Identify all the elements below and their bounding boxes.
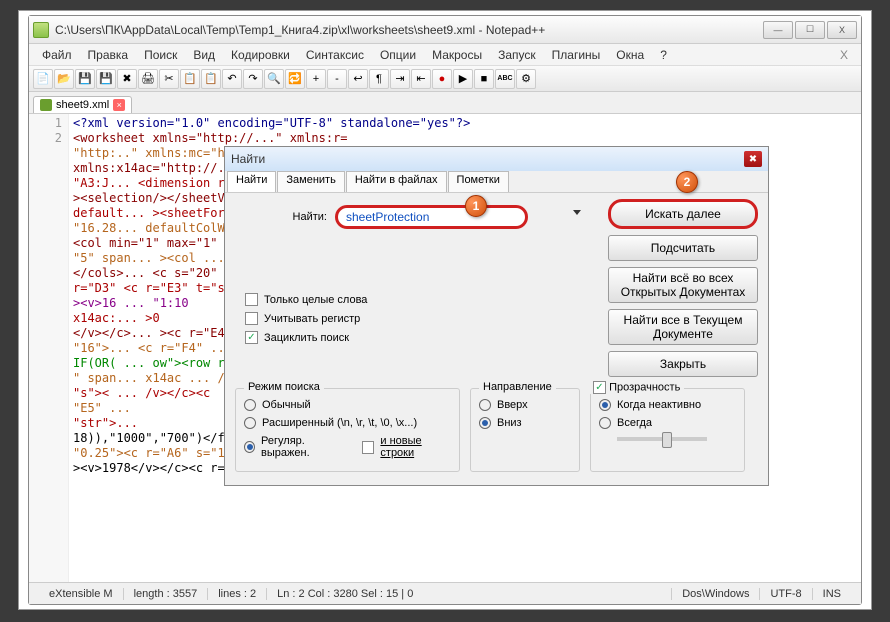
copy-icon[interactable]: 📋 (180, 69, 200, 89)
direction-down-radio[interactable] (479, 417, 491, 429)
settings-icon[interactable]: ⚙ (516, 69, 536, 89)
whole-word-label: Только целые слова (264, 294, 367, 306)
file-icon (40, 99, 52, 111)
search-input[interactable] (335, 205, 528, 229)
document-tab[interactable]: sheet9.xml × (33, 96, 132, 113)
redo-icon[interactable]: ↷ (243, 69, 263, 89)
dropdown-icon[interactable] (573, 210, 581, 215)
save-icon[interactable]: 💾 (75, 69, 95, 89)
zoom-out-icon[interactable]: - (327, 69, 347, 89)
trans-always-radio[interactable] (599, 417, 611, 429)
menu-syntax[interactable]: Синтаксис (299, 46, 371, 64)
menu-macros[interactable]: Макросы (425, 46, 489, 64)
status-lines: lines : 2 (208, 588, 267, 600)
play-icon[interactable]: ▶ (453, 69, 473, 89)
find-dialog: Найти ✖ Найти Заменить Найти в файлах По… (224, 146, 769, 486)
trans-inactive-radio[interactable] (599, 399, 611, 411)
undo-icon[interactable]: ↶ (222, 69, 242, 89)
wrap-checkbox[interactable]: ✓ (245, 331, 258, 344)
newlines-checkbox[interactable] (362, 441, 374, 454)
annotation-marker-1: 1 (465, 195, 487, 217)
status-encoding: UTF-8 (760, 588, 812, 600)
search-mode-legend: Режим поиска (244, 381, 324, 393)
close-dialog-button[interactable]: Закрыть (608, 351, 758, 377)
cut-icon[interactable]: ✂ (159, 69, 179, 89)
save-all-icon[interactable]: 💾 (96, 69, 116, 89)
tab-close-icon[interactable]: × (113, 99, 125, 111)
tab-replace[interactable]: Заменить (277, 171, 344, 192)
zoom-in-icon[interactable]: + (306, 69, 326, 89)
find-icon[interactable]: 🔍 (264, 69, 284, 89)
status-mode: INS (813, 588, 851, 600)
new-file-icon[interactable]: 📄 (33, 69, 53, 89)
mode-extended-radio[interactable] (244, 417, 256, 429)
status-position: Ln : 2 Col : 3280 Sel : 15 | 0 (267, 588, 672, 600)
menu-windows[interactable]: Окна (609, 46, 651, 64)
window-title: C:\Users\ПК\AppData\Local\Temp\Temp1_Кни… (55, 23, 763, 37)
dialog-titlebar: Найти ✖ (225, 147, 768, 171)
titlebar: C:\Users\ПК\AppData\Local\Temp\Temp1_Кни… (29, 16, 861, 44)
app-icon (33, 22, 49, 38)
count-button[interactable]: Подсчитать (608, 235, 758, 261)
match-case-label: Учитывать регистр (264, 313, 360, 325)
menu-edit[interactable]: Правка (81, 46, 136, 64)
tab-label: sheet9.xml (56, 99, 109, 111)
line-gutter: 1 2 (29, 114, 69, 582)
status-eol: Dos\Windows (672, 588, 760, 600)
find-next-button[interactable]: Искать далее (608, 199, 758, 229)
record-icon[interactable]: ● (432, 69, 452, 89)
close-file-icon[interactable]: ✖ (117, 69, 137, 89)
find-all-current-button[interactable]: Найти все в Текущем Документе (608, 309, 758, 345)
abc-icon[interactable]: ABC (495, 69, 515, 89)
direction-legend: Направление (479, 381, 556, 393)
tab-find[interactable]: Найти (227, 171, 276, 192)
show-chars-icon[interactable]: ¶ (369, 69, 389, 89)
menu-view[interactable]: Вид (186, 46, 222, 64)
mode-normal-radio[interactable] (244, 399, 256, 411)
word-wrap-icon[interactable]: ↩ (348, 69, 368, 89)
match-case-checkbox[interactable] (245, 312, 258, 325)
toolbar: 📄 📂 💾 💾 ✖ 🖨 ✂ 📋 📋 ↶ ↷ 🔍 🔁 + - ↩ ¶ ⇥ ⇤ ● … (29, 66, 861, 92)
find-all-open-button[interactable]: Найти всё во всех Открытых Документах (608, 267, 758, 303)
menu-plugins[interactable]: Плагины (545, 46, 608, 64)
direction-up-radio[interactable] (479, 399, 491, 411)
tabbar: sheet9.xml × (29, 92, 861, 114)
menu-search[interactable]: Поиск (137, 46, 184, 64)
menu-encoding[interactable]: Кодировки (224, 46, 297, 64)
dialog-title: Найти (231, 152, 265, 166)
transparency-slider[interactable] (617, 437, 707, 441)
transparency-checkbox[interactable]: ✓ (593, 381, 606, 394)
transparency-legend: Прозрачность (609, 381, 680, 393)
status-length: length : 3557 (124, 588, 209, 600)
paste-icon[interactable]: 📋 (201, 69, 221, 89)
maximize-button[interactable]: ☐ (795, 21, 825, 39)
menubar: Файл Правка Поиск Вид Кодировки Синтакси… (29, 44, 861, 66)
menu-help[interactable]: ? (653, 46, 674, 64)
minimize-button[interactable]: — (763, 21, 793, 39)
annotation-marker-2: 2 (676, 171, 698, 193)
menu-file[interactable]: Файл (35, 46, 79, 64)
main-window: C:\Users\ПК\AppData\Local\Temp\Temp1_Кни… (28, 15, 862, 605)
menu-run[interactable]: Запуск (491, 46, 543, 64)
dialog-close-icon[interactable]: ✖ (744, 151, 762, 167)
status-lang: eXtensible M (39, 588, 124, 600)
stop-icon[interactable]: ■ (474, 69, 494, 89)
outdent-icon[interactable]: ⇤ (411, 69, 431, 89)
replace-icon[interactable]: 🔁 (285, 69, 305, 89)
menubar-close-icon[interactable]: X (833, 46, 855, 64)
close-button[interactable]: X (827, 21, 857, 39)
search-label: Найти: (237, 211, 327, 223)
tab-find-in-files[interactable]: Найти в файлах (346, 171, 447, 192)
print-icon[interactable]: 🖨 (138, 69, 158, 89)
indent-icon[interactable]: ⇥ (390, 69, 410, 89)
menu-options[interactable]: Опции (373, 46, 423, 64)
mode-regex-radio[interactable] (244, 441, 255, 453)
statusbar: eXtensible M length : 3557 lines : 2 Ln … (29, 582, 861, 604)
tab-marks[interactable]: Пометки (448, 171, 509, 192)
open-file-icon[interactable]: 📂 (54, 69, 74, 89)
whole-word-checkbox[interactable] (245, 293, 258, 306)
wrap-label: Зациклить поиск (264, 332, 349, 344)
